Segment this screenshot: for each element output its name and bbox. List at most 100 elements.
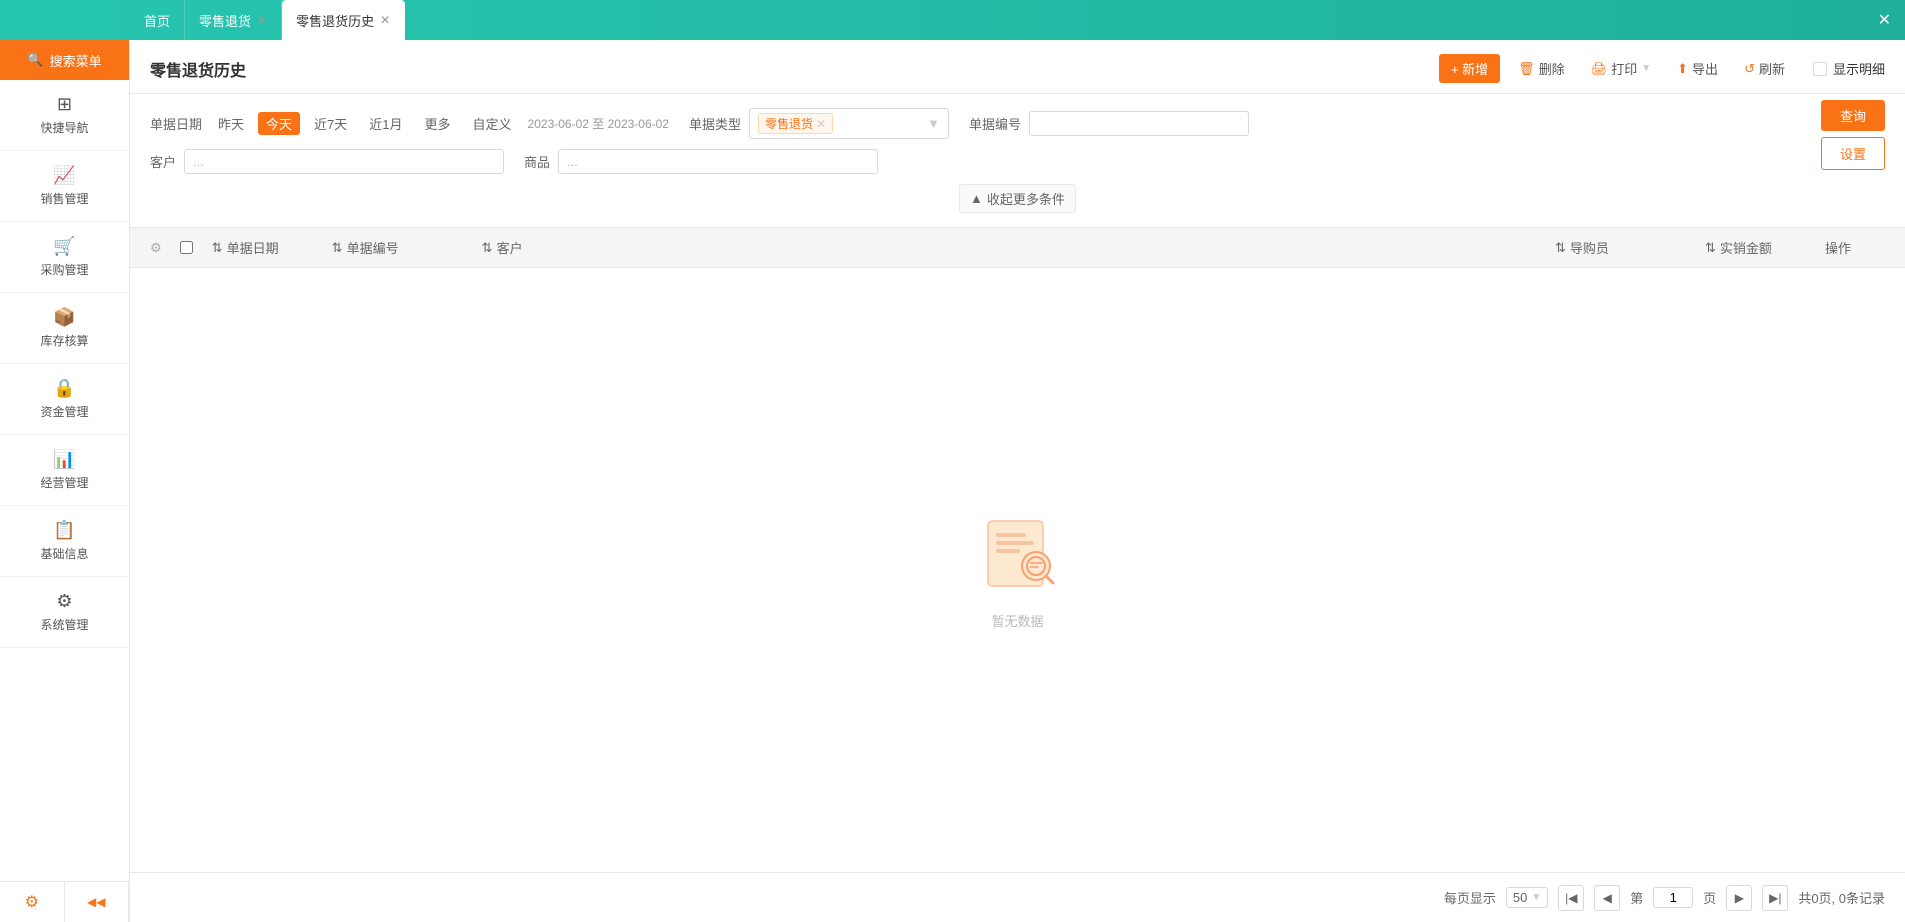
table-select-all-checkbox[interactable] xyxy=(172,241,202,254)
display-switch-checkbox[interactable] xyxy=(1813,62,1827,76)
sidebar-item-system-mgmt[interactable]: ⚙ 系统管理 xyxy=(0,577,129,648)
delete-button[interactable]: 🗑 删除 xyxy=(1510,55,1573,82)
date-range-display: 2023-06-02 至 2023-06-02 xyxy=(528,115,669,132)
type-filter-arrow: ▼ xyxy=(927,116,940,131)
goods-filter-label: 商品 xyxy=(524,152,550,171)
col-no[interactable]: ⇅ 单据编号 xyxy=(322,238,472,257)
system-mgmt-icon: ⚙ xyxy=(56,591,72,612)
sidebar-search[interactable]: 🔍 搜索菜单 xyxy=(0,40,129,80)
settings-button[interactable]: 设置 xyxy=(1821,137,1885,170)
delete-icon: 🗑 xyxy=(1518,61,1535,77)
select-all-input[interactable] xyxy=(180,241,193,254)
top-nav: 首页 零售退货 ✕ 零售退货历史 ✕ ✕ xyxy=(0,0,1905,40)
collapse-arrow-icon: ▲ xyxy=(970,191,983,206)
goods-filter-select[interactable]: ... xyxy=(558,149,878,174)
date-filter-label: 单据日期 xyxy=(150,114,202,133)
col-customer[interactable]: ⇅ 客户 xyxy=(472,238,1545,257)
col-guide[interactable]: ⇅ 导购员 xyxy=(1545,238,1695,257)
date-option-custom[interactable]: 自定义 xyxy=(465,112,520,135)
main-content: 零售退货历史 + 新增 🗑 删除 🖨 打印 ▼ ⬆ 导出 xyxy=(130,40,1905,922)
col-amount: ⇅ 实销金额 xyxy=(1695,238,1815,257)
operation-mgmt-icon: 📊 xyxy=(53,449,75,470)
goods-placeholder: ... xyxy=(567,154,578,169)
sales-mgmt-icon: 📈 xyxy=(53,165,75,186)
sidebar-volume-btn[interactable]: ◀◀ xyxy=(65,882,130,922)
page-size-arrow: ▼ xyxy=(1531,892,1541,903)
display-switch[interactable]: 显示明细 xyxy=(1813,59,1885,78)
type-tag-close[interactable]: ✕ xyxy=(816,117,826,131)
quick-nav-icon: ⊞ xyxy=(57,94,72,115)
type-filter-tag: 零售退货 ✕ xyxy=(758,113,833,134)
sidebar-item-sales-mgmt[interactable]: 📈 销售管理 xyxy=(0,151,129,222)
page-unit: 页 xyxy=(1703,888,1716,907)
page-input[interactable] xyxy=(1653,887,1693,908)
col-date-sort-icon: ⇅ xyxy=(212,240,223,256)
type-filter-select[interactable]: 零售退货 ✕ ▼ xyxy=(749,108,949,139)
refresh-button[interactable]: ↺ 刷新 xyxy=(1736,55,1793,82)
page-title: 零售退货历史 xyxy=(150,57,246,81)
no-filter-label: 单据编号 xyxy=(969,114,1021,133)
col-date[interactable]: ⇅ 单据日期 xyxy=(202,238,322,257)
print-arrow-icon: ▼ xyxy=(1641,63,1651,74)
customer-filter-select[interactable]: ... xyxy=(184,149,504,174)
sidebar-item-quick-nav[interactable]: ⊞ 快捷导航 xyxy=(0,80,129,151)
tab-home[interactable]: 首页 xyxy=(130,0,185,40)
date-option-last1month[interactable]: 近1月 xyxy=(361,112,410,135)
date-option-yesterday[interactable]: 昨天 xyxy=(210,112,252,135)
collapse-filter-btn[interactable]: ▲ 收起更多条件 xyxy=(959,184,1076,213)
page-size-select[interactable]: 50 ▼ xyxy=(1506,887,1548,908)
tab-return-history[interactable]: 零售退货历史 ✕ xyxy=(282,0,405,40)
sidebar-item-operation-mgmt[interactable]: 📊 经营管理 xyxy=(0,435,129,506)
date-option-more[interactable]: 更多 xyxy=(417,112,459,135)
sidebar-settings-btn[interactable]: ⚙ xyxy=(0,882,65,922)
empty-icon xyxy=(968,511,1068,601)
query-button[interactable]: 查询 xyxy=(1821,100,1885,131)
refresh-icon: ↺ xyxy=(1744,61,1755,77)
sidebar-item-basic-info[interactable]: 📋 基础信息 xyxy=(0,506,129,577)
empty-text: 暂无数据 xyxy=(991,611,1043,630)
goods-filter-item: 商品 ... xyxy=(524,149,878,174)
empty-state: 暂无数据 xyxy=(130,268,1905,872)
date-option-last7[interactable]: 近7天 xyxy=(306,112,355,135)
page-size-label: 每页显示 xyxy=(1444,888,1496,907)
export-icon: ⬆ xyxy=(1677,61,1688,77)
date-options: 昨天 今天 近7天 近1月 更多 自定义 xyxy=(210,112,520,135)
tab-return[interactable]: 零售退货 ✕ xyxy=(185,0,282,40)
date-option-today[interactable]: 今天 xyxy=(258,112,300,135)
page-text: 第 xyxy=(1630,888,1643,907)
page-header: 零售退货历史 + 新增 🗑 删除 🖨 打印 ▼ ⬆ 导出 xyxy=(130,40,1905,94)
col-amount-sort-icon: ⇅ xyxy=(1705,240,1716,256)
stock-check-icon: 📦 xyxy=(53,307,75,328)
next-page-btn[interactable]: ▶ xyxy=(1726,885,1752,911)
customer-filter-item: 客户 ... xyxy=(150,149,504,174)
total-text: 共0页, 0条记录 xyxy=(1798,888,1885,907)
date-filter-item: 单据日期 昨天 今天 近7天 近1月 更多 自定义 2023-06-02 至 2… xyxy=(150,112,669,135)
new-button[interactable]: + 新增 xyxy=(1439,54,1500,83)
print-icon: 🖨 xyxy=(1591,61,1608,77)
no-filter-input[interactable] xyxy=(1029,111,1249,136)
sidebar-bottom: ⚙ ◀◀ xyxy=(0,881,129,922)
customer-placeholder: ... xyxy=(193,154,204,169)
table-settings-icon[interactable]: ⚙ xyxy=(140,240,172,256)
col-no-sort-icon: ⇅ xyxy=(332,240,343,256)
basic-info-icon: 📋 xyxy=(53,520,75,541)
type-filter-item: 单据类型 零售退货 ✕ ▼ xyxy=(689,108,949,139)
col-guide-sort-icon: ⇅ xyxy=(1555,240,1566,256)
toolbar: + 新增 🗑 删除 🖨 打印 ▼ ⬆ 导出 ↺ 刷新 xyxy=(1439,54,1885,83)
sidebar-item-capital-mgmt[interactable]: 🔒 资金管理 xyxy=(0,364,129,435)
sidebar-item-purchase-mgmt[interactable]: 🛒 采购管理 xyxy=(0,222,129,293)
col-action: 操作 xyxy=(1815,238,1895,257)
last-page-btn[interactable]: ▶| xyxy=(1762,885,1788,911)
close-return-history-tab[interactable]: ✕ xyxy=(380,13,390,27)
prev-page-btn[interactable]: ◀ xyxy=(1594,885,1620,911)
customer-filter-label: 客户 xyxy=(150,152,176,171)
sidebar: 🔍 搜索菜单 ⊞ 快捷导航 📈 销售管理 🛒 采购管理 📦 库存核算 🔒 资金管… xyxy=(0,40,130,922)
print-button[interactable]: 🖨 打印 ▼ xyxy=(1583,55,1659,82)
close-all-tabs[interactable]: ✕ xyxy=(1878,10,1891,30)
table-area: ⚙ ⇅ 单据日期 ⇅ 单据编号 ⇅ 客户 ⇅ 导购员 xyxy=(130,228,1905,872)
sidebar-item-stock-check[interactable]: 📦 库存核算 xyxy=(0,293,129,364)
close-return-tab[interactable]: ✕ xyxy=(257,13,267,27)
col-customer-sort-icon: ⇅ xyxy=(482,240,493,256)
first-page-btn[interactable]: |◀ xyxy=(1558,885,1584,911)
export-button[interactable]: ⬆ 导出 xyxy=(1669,55,1726,82)
